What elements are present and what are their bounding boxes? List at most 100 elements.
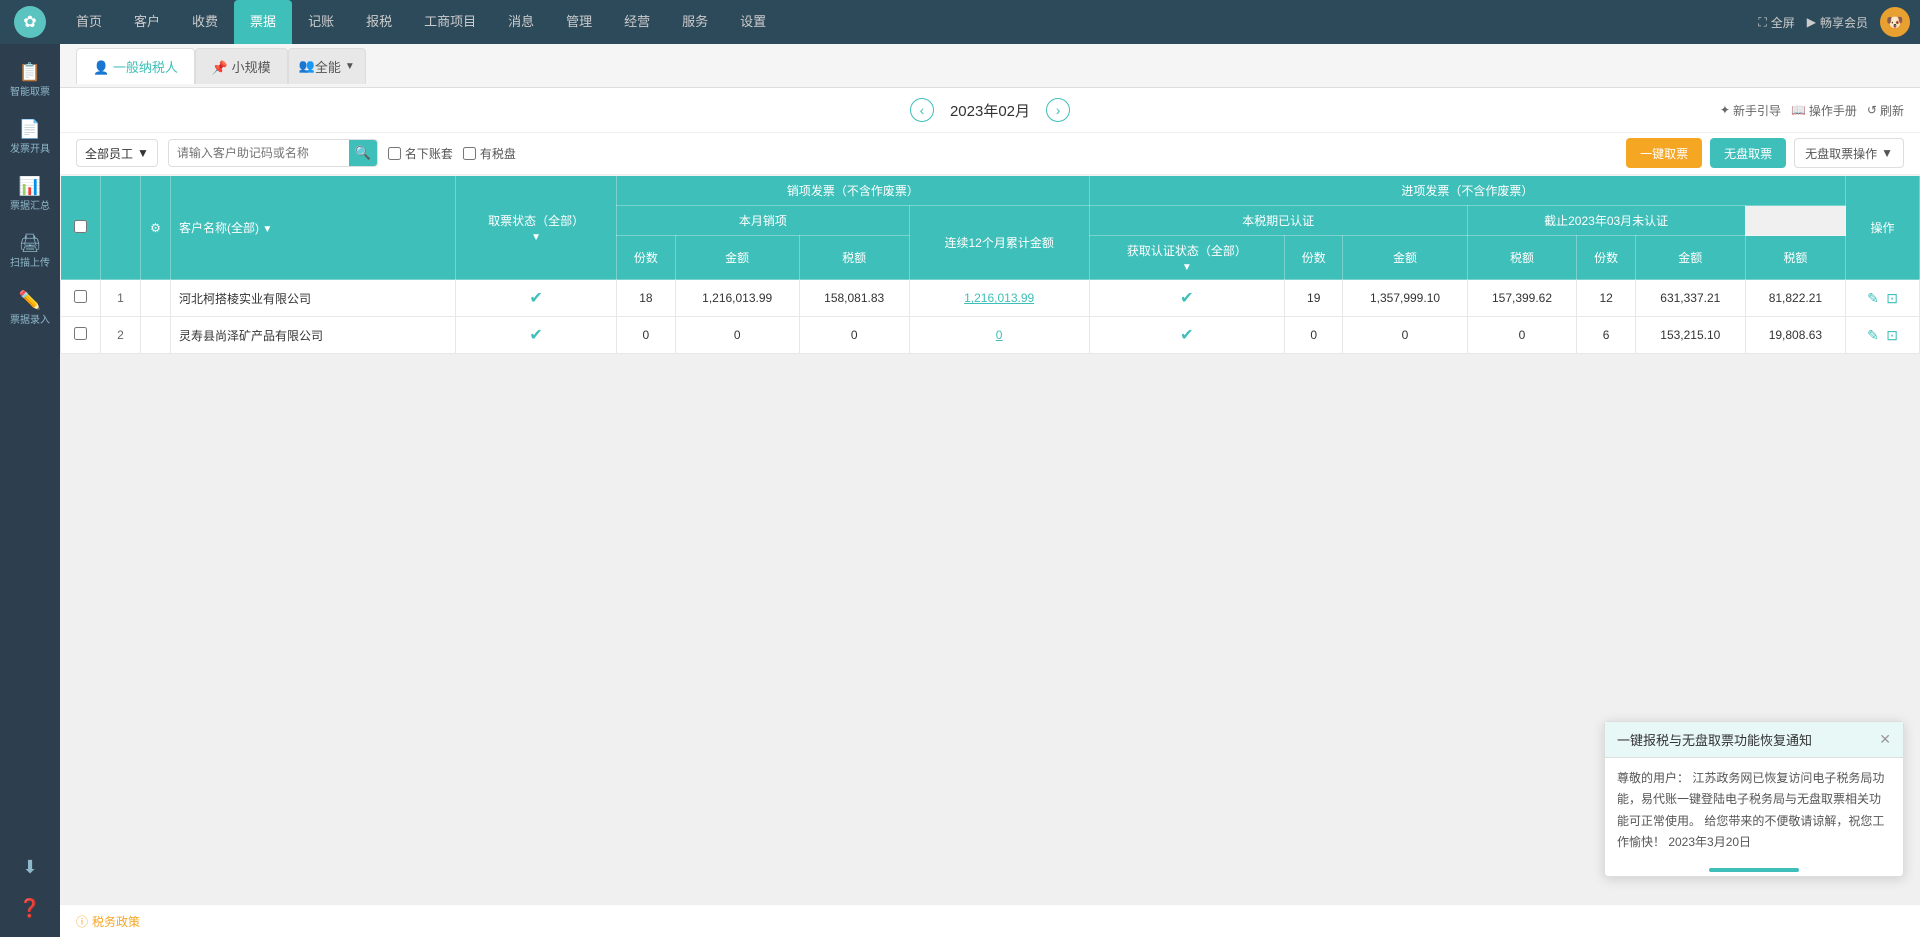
select-all-checkbox[interactable]	[74, 220, 87, 233]
row-unauth-tax: 81,822.21	[1745, 280, 1845, 317]
fullscreen-icon: ⛶	[1758, 15, 1766, 30]
next-period-button[interactable]: ›	[1046, 98, 1070, 122]
top-navigation: ✿ 首页 客户 收费 票据 记账 报税 工商项目 消息 管理 经营 服务 设置 …	[0, 0, 1920, 44]
nav-accounting[interactable]: 记账	[292, 0, 350, 44]
no-disk-ops-button[interactable]: 无盘取票操作 ▼	[1794, 138, 1904, 168]
nav-customer[interactable]: 客户	[118, 0, 176, 44]
nav-items: 首页 客户 收费 票据 记账 报税 工商项目 消息 管理 经营 服务 设置	[60, 0, 1758, 44]
member-btn[interactable]: ▶ 畅享会员	[1807, 14, 1868, 31]
nav-settings[interactable]: 设置	[724, 0, 782, 44]
sidebar-item-open-invoice[interactable]: 📄 发票开具	[5, 111, 55, 164]
row-monthly-amount: 0	[675, 317, 799, 354]
tax-disk-checkbox-label[interactable]: 有税盘	[463, 145, 516, 162]
account-checkbox[interactable]	[388, 147, 401, 160]
th-checkbox	[61, 176, 101, 280]
user-avatar[interactable]: 🐶	[1880, 7, 1910, 37]
new-guide-btn[interactable]: ✦ 新手引导	[1720, 102, 1781, 119]
sidebar: 📋 智能取票 📄 发票开具 📊 票据汇总 🖨 扫描上传 ✏️ 票据录入 ⬇ ❓	[0, 44, 60, 937]
chevron-down-icon: ▼	[345, 61, 355, 72]
nav-message[interactable]: 消息	[492, 0, 550, 44]
sidebar-item-help[interactable]: ❓	[5, 890, 55, 927]
th-auth-status[interactable]: 获取认证状态（全部） ▼	[1089, 236, 1284, 280]
refresh-label: 刷新	[1880, 102, 1904, 119]
employee-select[interactable]: 全部员工 ▼	[76, 139, 158, 167]
fullscreen-btn[interactable]: ⛶ 全屏	[1758, 14, 1794, 31]
row-checkbox[interactable]	[74, 327, 87, 340]
row-unauth-amount: 631,337.21	[1635, 280, 1745, 317]
th-auth-count: 份数	[1285, 236, 1343, 280]
th-monthly-sales: 本月销项	[617, 206, 909, 236]
table-row: 2 灵寿县尚泽矿产品有限公司 ✔ 0 0 0 0 ✔ 0 0 0 6 153,2…	[61, 317, 1920, 354]
view-icon[interactable]: ⊡	[1886, 327, 1898, 343]
tax-disk-checkbox[interactable]	[463, 147, 476, 160]
row-auth-count: 0	[1285, 317, 1343, 354]
row-monthly-tax: 158,081.83	[799, 280, 909, 317]
row-auth-status: ✔	[1089, 280, 1284, 317]
tab-small-scale-icon: 📌	[212, 60, 232, 75]
entry-icon: ✏️	[19, 290, 41, 311]
tab-general-taxpayer[interactable]: 👤 一般纳税人	[76, 48, 195, 84]
row-monthly-tax: 0	[799, 317, 909, 354]
sidebar-item-summary[interactable]: 📊 票据汇总	[5, 168, 55, 221]
summary-icon: 📊	[19, 176, 41, 197]
notification-close-button[interactable]: ✕	[1879, 731, 1891, 748]
nav-operation[interactable]: 经营	[608, 0, 666, 44]
row-monthly-count: 18	[617, 280, 675, 317]
nav-tax[interactable]: 报税	[350, 0, 408, 44]
th-sales-group: 销项发票（不含作废票）	[617, 176, 1090, 206]
th-num	[101, 176, 141, 280]
cumulative-link[interactable]: 1,216,013.99	[964, 291, 1034, 305]
tax-policy-link[interactable]: ⓘ 税务政策	[76, 913, 140, 930]
sidebar-item-entry[interactable]: ✏️ 票据录入	[5, 282, 55, 335]
nav-billing[interactable]: 收费	[176, 0, 234, 44]
th-purchase-group: 进项发票（不含作废票）	[1089, 176, 1845, 206]
nav-home[interactable]: 首页	[60, 0, 118, 44]
row-num: 1	[101, 280, 141, 317]
all-capable-icon: 👥	[299, 58, 315, 74]
th-unauth-tax: 税额	[1745, 236, 1845, 280]
th-auth-tax: 税额	[1467, 236, 1577, 280]
entry-label: 票据录入	[10, 315, 50, 327]
th-unauth-amount: 金额	[1635, 236, 1745, 280]
edit-icon[interactable]: ✎	[1867, 290, 1879, 306]
row-checkbox[interactable]	[74, 290, 87, 303]
nav-manage[interactable]: 管理	[550, 0, 608, 44]
tab-small-scale[interactable]: 📌 小规模	[195, 48, 288, 84]
view-icon[interactable]: ⊡	[1886, 290, 1898, 306]
row-unauth-count: 12	[1577, 280, 1635, 317]
tab-all-capable[interactable]: 👥 全能 ▼	[288, 48, 366, 84]
search-button[interactable]: 🔍	[349, 139, 377, 167]
th-unauth-count: 份数	[1577, 236, 1635, 280]
row-auth-tax: 157,399.62	[1467, 280, 1577, 317]
th-customer[interactable]: 客户名称(全部) ▼	[171, 176, 456, 280]
no-disk-button[interactable]: 无盘取票	[1710, 138, 1786, 168]
search-input[interactable]	[169, 140, 349, 166]
manual-btn[interactable]: 📖 操作手册	[1791, 102, 1857, 119]
row-cumulative: 1,216,013.99	[909, 280, 1089, 317]
sidebar-item-smart-invoice[interactable]: 📋 智能取票	[5, 54, 55, 107]
row-customer: 灵寿县尚泽矿产品有限公司	[171, 317, 456, 354]
tax-disk-checkbox-text: 有税盘	[480, 145, 516, 162]
nav-service[interactable]: 服务	[666, 0, 724, 44]
fullscreen-label: 全屏	[1771, 14, 1795, 31]
tab-small-scale-label: 小规模	[232, 60, 271, 75]
row-monthly-count: 0	[617, 317, 675, 354]
no-disk-ops-label: 无盘取票操作	[1805, 145, 1877, 162]
row-auth-tax: 0	[1467, 317, 1577, 354]
refresh-btn[interactable]: ↺ 刷新	[1867, 102, 1904, 119]
account-checkbox-label[interactable]: 名下账套	[388, 145, 453, 162]
nav-invoice[interactable]: 票据	[234, 0, 292, 44]
scan-icon: 🖨	[19, 233, 42, 254]
th-cumulative: 连续12个月累计金额	[909, 206, 1089, 280]
sidebar-item-download[interactable]: ⬇	[5, 849, 55, 886]
notification-scrollbar[interactable]	[1709, 868, 1798, 872]
th-status[interactable]: 取票状态（全部） ▼	[456, 176, 617, 280]
one-click-button[interactable]: 一键取票	[1626, 138, 1702, 168]
edit-icon[interactable]: ✎	[1867, 327, 1879, 343]
cumulative-link[interactable]: 0	[996, 328, 1003, 342]
prev-period-button[interactable]: ‹	[910, 98, 934, 122]
tab-general-taxpayer-label: 一般纳税人	[113, 60, 178, 75]
nav-business[interactable]: 工商项目	[408, 0, 492, 44]
auth-status-icon: ✔	[1180, 290, 1193, 307]
sidebar-item-scan[interactable]: 🖨 扫描上传	[5, 225, 55, 278]
